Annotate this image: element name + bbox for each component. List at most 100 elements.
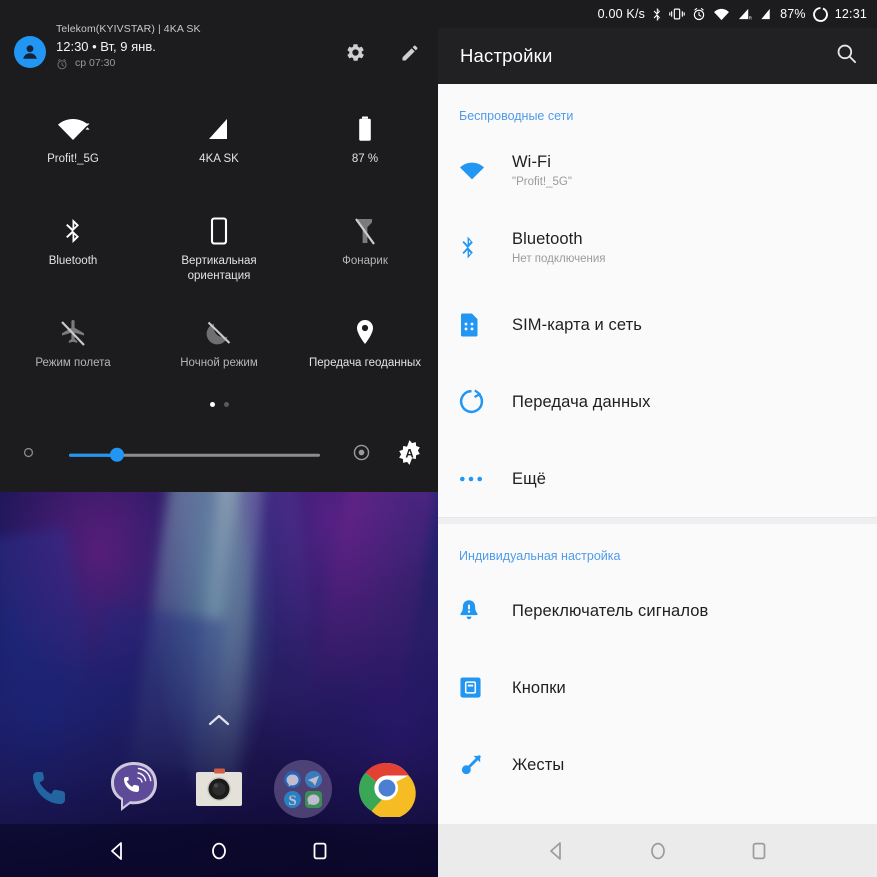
settings-row-data-usage[interactable]: Передача данных <box>438 363 877 440</box>
settings-row-sim-network[interactable]: SIM-карта и сеть <box>438 286 877 363</box>
settings-row-text: Переключатель сигналов <box>512 600 708 622</box>
phone-app-icon[interactable] <box>20 759 78 817</box>
settings-row-text: Передача данных <box>512 391 650 413</box>
tile-label: Вертикальная ориентация <box>181 255 257 282</box>
navigation-bar-right <box>438 824 877 877</box>
buttons-icon <box>459 676 499 699</box>
phone-screenshot-pair: S Telekom(KYIVSTAR) | 4KA SK 12:30 • Вт,… <box>0 0 877 877</box>
settings-row-gestures[interactable]: Жесты <box>438 726 877 803</box>
wifi-icon <box>459 161 499 181</box>
tile-bluetooth[interactable]: Bluetooth <box>0 198 146 300</box>
sim2-signal-icon <box>759 8 773 21</box>
tile-label: Режим полета <box>35 357 111 369</box>
settings-row-alert-slider[interactable]: Переключатель сигналов <box>438 572 877 649</box>
carrier-label: Telekom(KYIVSTAR) | 4KA SK <box>56 23 201 35</box>
social-folder-icon[interactable]: S <box>273 759 332 818</box>
alarm-label: ср 07:30 <box>75 57 116 69</box>
chrome-app-icon[interactable] <box>358 759 416 819</box>
settings-row-text: SIM-карта и сеть <box>512 314 642 336</box>
tile-airplane[interactable]: Режим полета <box>0 300 146 402</box>
settings-row-subtitle: "Profit!_5G" <box>512 176 572 188</box>
alarm-row: ср 07:30 <box>56 56 201 71</box>
launcher-dock: S <box>0 752 438 824</box>
airplane-off-icon <box>59 316 87 350</box>
tile-battery[interactable]: 87 % <box>292 96 438 198</box>
user-avatar-icon[interactable] <box>14 36 46 68</box>
settings-row-title: Жесты <box>512 755 565 774</box>
settings-row-title: Wi-Fi <box>512 153 551 171</box>
search-icon[interactable] <box>835 42 858 70</box>
night-mode-off-icon <box>205 316 233 350</box>
shade-header-actions <box>345 42 420 63</box>
settings-row-text: Кнопки <box>512 677 566 699</box>
settings-row-title: Кнопки <box>512 678 566 697</box>
settings-row-more[interactable]: Ещё <box>438 440 877 517</box>
data-usage-icon <box>459 389 499 414</box>
tile-cellular[interactable]: 4KA SK <box>146 96 292 198</box>
gear-icon[interactable] <box>345 42 366 63</box>
settings-row-wifi[interactable]: Wi-Fi "Profit!_5G" <box>438 132 877 209</box>
camera-app-icon[interactable] <box>190 759 248 817</box>
settings-row-buttons[interactable]: Кнопки <box>438 649 877 726</box>
pencil-icon[interactable] <box>400 43 420 63</box>
brightness-auto-icon[interactable]: A <box>396 439 423 471</box>
svg-text:R: R <box>749 15 752 20</box>
battery-icon <box>356 112 374 146</box>
bluetooth-icon <box>652 7 662 22</box>
battery-label: 87% <box>780 7 806 21</box>
page-title: Настройки <box>460 45 553 66</box>
back-triangle-icon[interactable] <box>107 840 129 862</box>
settings-list: Беспроводные сети Wi-Fi "Profit!_5G" Blu… <box>438 84 877 877</box>
recents-square-icon[interactable] <box>309 840 331 862</box>
tile-flashlight[interactable]: Фонарик <box>292 198 438 300</box>
charging-ring-icon <box>812 6 828 22</box>
wifi-icon <box>713 8 730 21</box>
settings-row-text: Bluetooth Нет подключения <box>512 228 606 267</box>
page-dot-1[interactable] <box>209 402 215 407</box>
brightness-slider-knob[interactable] <box>109 448 124 462</box>
tile-night-mode[interactable]: Ночной режим <box>146 300 292 402</box>
settings-row-text: Wi-Fi "Profit!_5G" <box>512 151 572 190</box>
section-header-wireless: Беспроводные сети <box>459 109 574 123</box>
settings-row-title: Передача данных <box>512 392 651 411</box>
tile-location[interactable]: Передача геоданных <box>292 300 438 402</box>
vibrate-icon <box>669 7 685 21</box>
settings-row-subtitle: Нет подключения <box>512 253 606 265</box>
navigation-bar-left <box>0 824 438 877</box>
tile-rotation[interactable]: Вертикальная ориентация <box>146 198 292 300</box>
tile-wifi[interactable]: Profit!_5G <box>0 96 146 198</box>
tile-label: Фонарик <box>342 255 388 267</box>
settings-row-text: Ещё <box>512 468 546 490</box>
home-circle-icon[interactable] <box>208 840 230 862</box>
svg-text:A: A <box>405 448 414 460</box>
page-dot-2[interactable] <box>223 402 229 407</box>
section-header-personalization: Индивидуальная настройка <box>459 549 621 563</box>
time-date-label: 12:30 • Вт, 9 янв. <box>56 39 156 54</box>
brightness-row: A <box>0 437 438 473</box>
settings-row-text: Жесты <box>512 754 564 776</box>
settings-row-title: Ещё <box>512 469 547 488</box>
bluetooth-icon <box>459 235 499 261</box>
home-circle-icon[interactable] <box>647 840 669 862</box>
brightness-target-icon[interactable] <box>352 443 371 467</box>
viber-app-icon[interactable] <box>105 759 163 817</box>
clock-label: 12:31 <box>834 7 867 21</box>
left-phone-screen: S Telekom(KYIVSTAR) | 4KA SK 12:30 • Вт,… <box>0 0 438 877</box>
sim1-signal-icon: R <box>737 8 752 21</box>
recents-square-icon[interactable] <box>748 840 770 862</box>
settings-row-bluetooth[interactable]: Bluetooth Нет подключения <box>438 209 877 286</box>
cellular-signal-icon <box>205 112 233 146</box>
more-dots-icon <box>459 475 499 483</box>
status-bar: 0.00 K/s R 87% 12:31 <box>438 0 877 28</box>
tile-label: 87 % <box>351 153 379 165</box>
app-drawer-handle[interactable] <box>207 713 231 732</box>
brightness-slider[interactable] <box>69 448 320 462</box>
alert-slider-icon <box>459 598 499 624</box>
quick-settings-shade: Telekom(KYIVSTAR) | 4KA SK 12:30 • Вт, 9… <box>0 0 438 492</box>
section-divider <box>438 517 877 524</box>
screen-rotation-lock-icon <box>208 214 230 248</box>
brightness-low-icon <box>21 445 36 465</box>
sim-card-icon <box>459 312 499 338</box>
net-speed-label: 0.00 K/s <box>597 7 646 21</box>
back-triangle-icon[interactable] <box>546 840 568 862</box>
